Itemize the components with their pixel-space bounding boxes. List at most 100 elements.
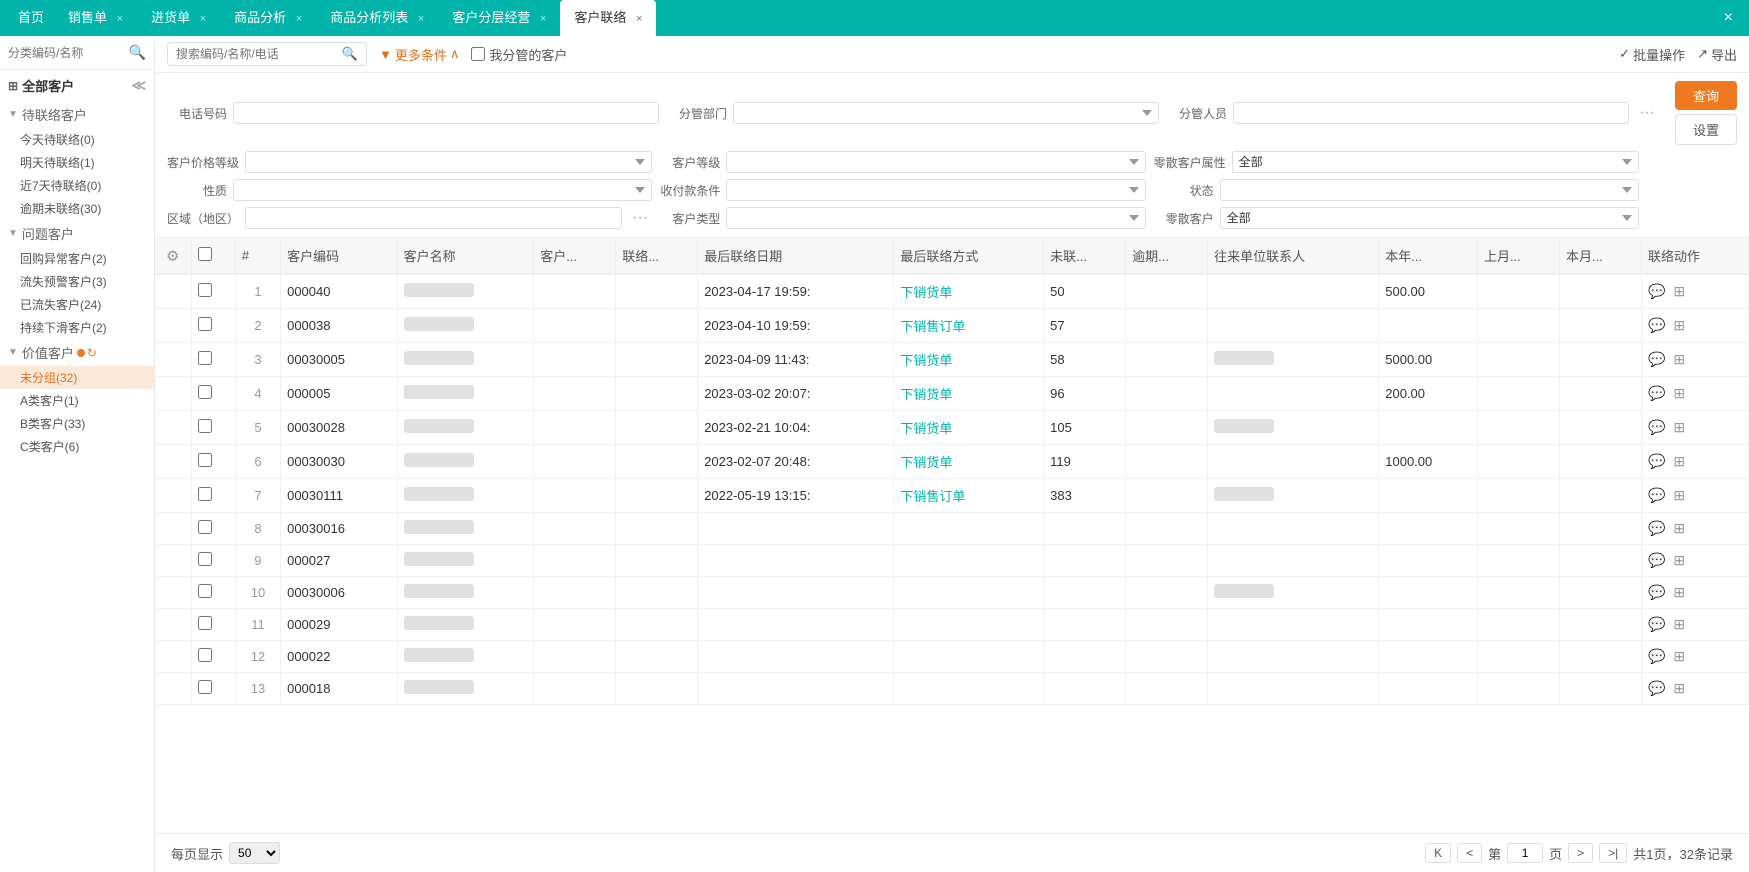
sidebar-search-box[interactable]: 🔍 (0, 36, 154, 70)
window-close-button[interactable]: × (1716, 9, 1741, 27)
checkbox-col-header[interactable] (191, 238, 235, 274)
overdue-col-header[interactable]: 逾期... (1126, 238, 1208, 274)
row-checkbox[interactable] (198, 520, 212, 534)
action-message-icon[interactable]: 💬 (1648, 419, 1665, 436)
contact-col-header[interactable]: 联络... (616, 238, 698, 274)
action-grid-icon[interactable]: ⊞ (1673, 487, 1685, 504)
close-product-analysis-tab[interactable]: × (296, 13, 302, 25)
action-grid-icon[interactable]: ⊞ (1673, 385, 1685, 402)
more-filter-button[interactable]: ▼ 更多条件 ∧ (379, 45, 459, 64)
row-checkbox[interactable] (198, 453, 212, 467)
sidebar-item-7days[interactable]: 近7天待联络(0) (0, 174, 154, 197)
row-lastway-cell[interactable]: 下销货单 (894, 411, 1044, 445)
lastmonth-col-header[interactable]: 上月... (1477, 238, 1559, 274)
action-message-icon[interactable]: 💬 (1648, 552, 1665, 569)
action-grid-icon[interactable]: ⊞ (1673, 317, 1685, 334)
row-checkbox-cell[interactable] (191, 673, 235, 705)
nav-tab-product-list[interactable]: 商品分析列表 × (316, 0, 438, 36)
action-grid-icon[interactable]: ⊞ (1673, 283, 1685, 300)
sidebar-search-input[interactable] (8, 46, 129, 60)
row-lastway-cell[interactable]: 下销货单 (894, 343, 1044, 377)
sidebar-collapse-button[interactable]: ≪ (131, 77, 146, 94)
payment-select[interactable] (726, 179, 1145, 201)
row-checkbox-cell[interactable] (191, 445, 235, 479)
action-grid-icon[interactable]: ⊞ (1673, 648, 1685, 665)
row-checkbox-cell[interactable] (191, 545, 235, 577)
batch-op-button[interactable]: ✓ 批量操作 (1619, 45, 1685, 64)
person-dots[interactable]: ··· (1635, 104, 1659, 122)
custcode-sort[interactable]: 客户编码 (287, 246, 339, 265)
lastway-link[interactable]: 下销货单 (900, 387, 952, 402)
nocontact-col-header[interactable]: 未联... (1044, 238, 1126, 274)
settings-col-header[interactable]: ⚙ (155, 238, 191, 274)
lastway-link[interactable]: 下销售订单 (900, 489, 965, 504)
sidebar-item-b-class[interactable]: B类客户(33) (0, 412, 154, 435)
row-checkbox[interactable] (198, 351, 212, 365)
custtype-col-header[interactable]: 客户... (534, 238, 616, 274)
action-grid-icon[interactable]: ⊞ (1673, 351, 1685, 368)
nav-tab-customer-segment[interactable]: 客户分层经营 × (438, 0, 560, 36)
action-grid-icon[interactable]: ⊞ (1673, 520, 1685, 537)
action-grid-icon[interactable]: ⊞ (1673, 419, 1685, 436)
sidebar-item-a-class[interactable]: A类客户(1) (0, 389, 154, 412)
custcode-col-header[interactable]: 客户编码 (281, 238, 398, 274)
next-page-button[interactable]: > (1568, 843, 1593, 863)
reset-button[interactable]: 设置 (1675, 114, 1737, 145)
dept-select[interactable] (733, 102, 1159, 124)
sidebar-item-c-class[interactable]: C类客户(6) (0, 435, 154, 458)
main-search-icon[interactable]: 🔍 (342, 46, 358, 62)
unitcontact-col-header[interactable]: 往来单位联系人 (1208, 238, 1379, 274)
sidebar-item-overdue[interactable]: 逾期未联络(30) (0, 197, 154, 220)
action-grid-icon[interactable]: ⊞ (1673, 453, 1685, 470)
row-lastway-cell[interactable] (894, 641, 1044, 673)
lastway-link[interactable]: 下销货单 (900, 421, 952, 436)
sidebar-section-pending[interactable]: ▼ 待联络客户 (0, 101, 154, 128)
action-message-icon[interactable]: 💬 (1648, 680, 1665, 697)
action-message-icon[interactable]: 💬 (1648, 648, 1665, 665)
row-lastway-cell[interactable] (894, 513, 1044, 545)
lastway-link[interactable]: 下销售订单 (900, 319, 965, 334)
lastdate-col-header[interactable]: 最后联络日期 (698, 238, 894, 274)
nav-tab-purchase[interactable]: 进货单 × (137, 0, 220, 36)
action-grid-icon[interactable]: ⊞ (1673, 680, 1685, 697)
lastway-link[interactable]: 下销货单 (900, 353, 952, 368)
row-lastway-cell[interactable] (894, 673, 1044, 705)
my-customers-checkbox[interactable]: 我分管的客户 (471, 45, 567, 64)
lastway-link[interactable]: 下销货单 (900, 455, 952, 470)
row-checkbox[interactable] (198, 385, 212, 399)
sidebar-item-declining[interactable]: 持续下滑客户(2) (0, 316, 154, 339)
row-lastway-cell[interactable]: 下销货单 (894, 445, 1044, 479)
sidebar-all-customers[interactable]: ⊞ 全部客户 ≪ (0, 70, 154, 101)
lastway-col-header[interactable]: 最后联络方式 (894, 238, 1044, 274)
main-search-box[interactable]: 🔍 (167, 42, 367, 66)
thismonth-col-header[interactable]: 本月... (1559, 238, 1641, 274)
action-message-icon[interactable]: 💬 (1648, 385, 1665, 402)
select-all-checkbox[interactable] (198, 247, 212, 261)
action-grid-icon[interactable]: ⊞ (1673, 552, 1685, 569)
action-message-icon[interactable]: 💬 (1648, 351, 1665, 368)
lastway-link[interactable]: 下销货单 (900, 285, 952, 300)
action-message-icon[interactable]: 💬 (1648, 520, 1665, 537)
export-button[interactable]: ↗ 导出 (1697, 45, 1737, 64)
nav-tab-product-analysis[interactable]: 商品分析 × (220, 0, 316, 36)
retail-attr-select[interactable]: 全部 (1232, 151, 1639, 173)
custname-sort[interactable]: 客户名称 (404, 246, 456, 265)
refresh-icon[interactable]: ↻ (87, 346, 97, 360)
sidebar-item-warning[interactable]: 流失预警客户(3) (0, 270, 154, 293)
row-lastway-cell[interactable]: 下销货单 (894, 377, 1044, 411)
my-customers-input[interactable] (471, 47, 485, 61)
action-message-icon[interactable]: 💬 (1648, 616, 1665, 633)
price-level-select[interactable] (245, 151, 652, 173)
row-checkbox-cell[interactable] (191, 513, 235, 545)
nav-tab-sales[interactable]: 销售单 × (54, 0, 137, 36)
action-grid-icon[interactable]: ⊞ (1673, 584, 1685, 601)
nav-tab-customer-contact[interactable]: 客户联络 × (560, 0, 656, 36)
close-sales-tab[interactable]: × (117, 13, 123, 25)
row-checkbox-cell[interactable] (191, 343, 235, 377)
status-select[interactable] (1220, 179, 1639, 201)
row-checkbox[interactable] (198, 648, 212, 662)
cust-type-select[interactable] (726, 207, 1145, 229)
main-search-input[interactable] (176, 47, 342, 61)
region-input[interactable] (245, 207, 622, 229)
row-checkbox-cell[interactable] (191, 609, 235, 641)
